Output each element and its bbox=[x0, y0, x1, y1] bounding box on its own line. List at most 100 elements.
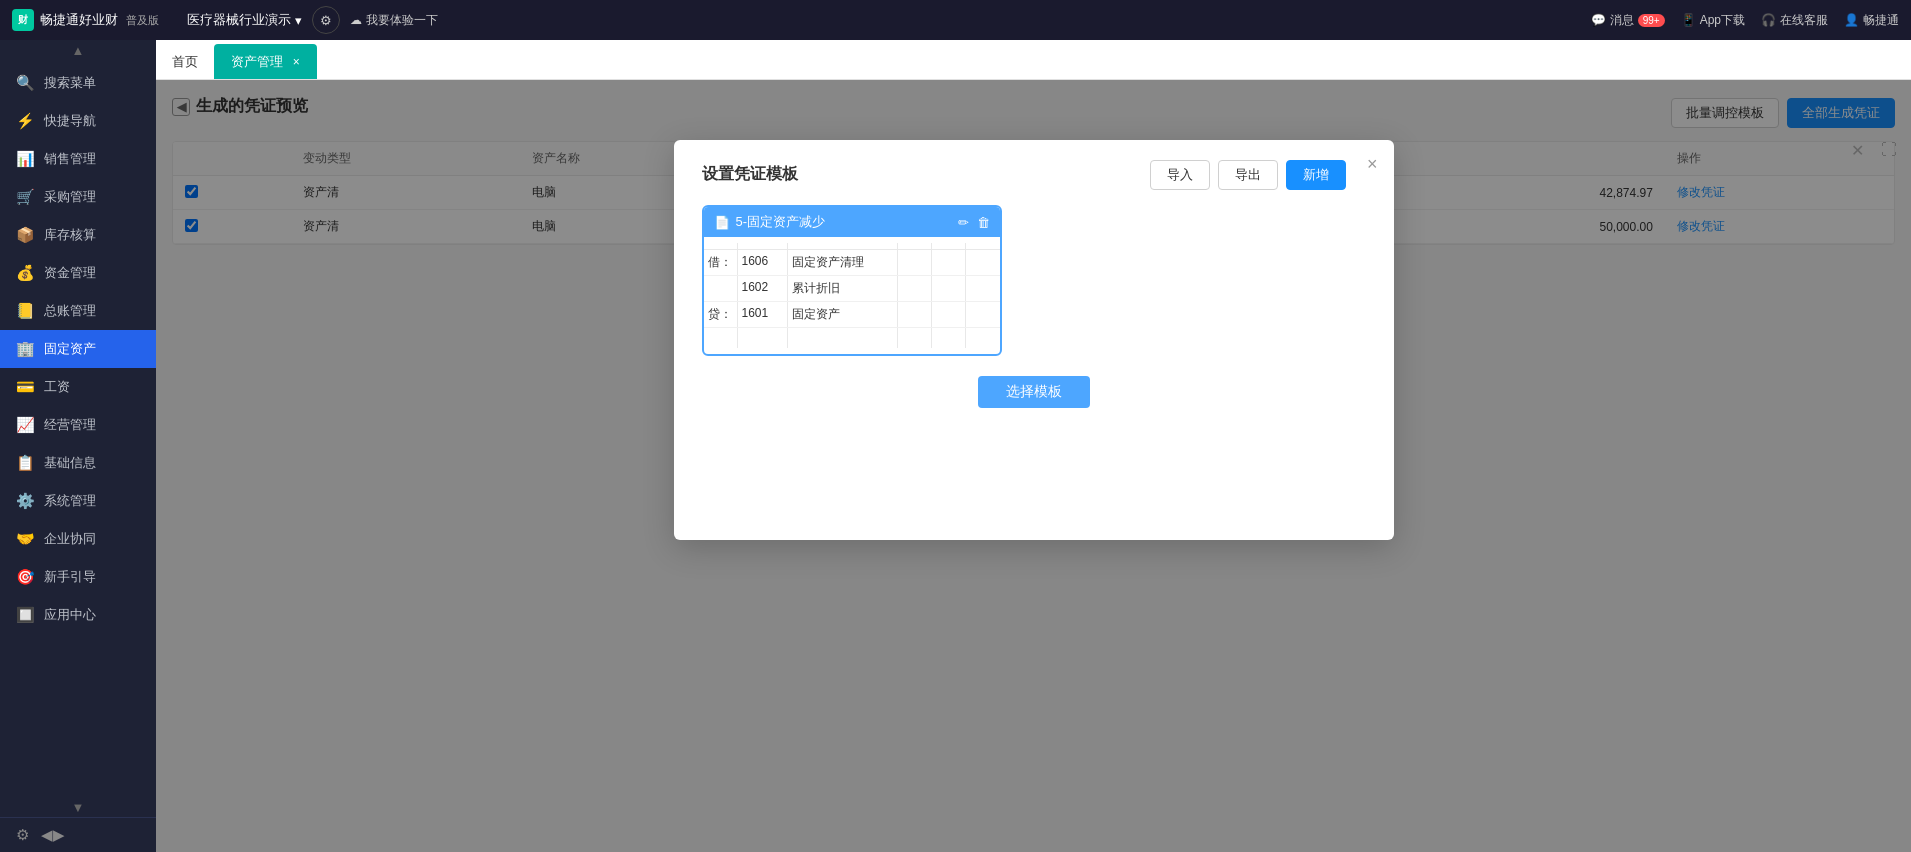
maximize-window-btn[interactable]: ⛶ bbox=[1875, 136, 1903, 164]
message-icon: 💬 bbox=[1591, 13, 1606, 27]
inventory-icon: 📦 bbox=[16, 226, 34, 244]
row2-dir bbox=[704, 276, 738, 301]
template-edit-icon[interactable]: ✏ bbox=[958, 215, 969, 230]
purchase-icon: 🛒 bbox=[16, 188, 34, 206]
guide-icon: 🎯 bbox=[16, 568, 34, 586]
operations-icon: 📈 bbox=[16, 416, 34, 434]
settings-bottom-icon[interactable]: ⚙ bbox=[16, 826, 29, 844]
sidebar-nav: 🔍 搜索菜单 ⚡ 快捷导航 📊 销售管理 🛒 采购管理 📦 库存核算 bbox=[0, 60, 156, 797]
template-card-header: 📄 5-固定资产减少 ✏ 🗑 bbox=[704, 207, 1000, 237]
row1-account: 固定资产清理 bbox=[788, 250, 898, 275]
template-header-actions: ✏ 🗑 bbox=[958, 215, 990, 230]
grid-col-d2 bbox=[932, 243, 966, 249]
app-logo: 财 畅捷通好业财 bbox=[12, 9, 118, 31]
empty-c0 bbox=[704, 328, 738, 348]
sidebar-label-operations: 经营管理 bbox=[44, 416, 96, 434]
grid-col-account bbox=[788, 243, 898, 249]
top-bar: 财 畅捷通好业财 普及版 医疗器械行业演示 ▾ ⚙ ☁ 我要体验一下 💬 消息 … bbox=[0, 0, 1911, 40]
tab-home[interactable]: 首页 bbox=[156, 45, 214, 79]
online-service-label: 在线客服 bbox=[1780, 12, 1828, 29]
base-info-icon: 📋 bbox=[16, 454, 34, 472]
sidebar-label-guide: 新手引导 bbox=[44, 568, 96, 586]
settings-icon-btn[interactable]: ⚙ bbox=[312, 6, 340, 34]
row2-c2 bbox=[932, 276, 966, 301]
row3-code: 1601 bbox=[738, 302, 788, 327]
sidebar-item-capital[interactable]: 💰 资金管理 bbox=[0, 254, 156, 292]
empty-c4 bbox=[932, 328, 966, 348]
sidebar-label-fixed-assets: 固定资产 bbox=[44, 340, 96, 358]
modal-backdrop[interactable]: 设置凭证模板 × 导入 导出 新增 📄 5-固定 bbox=[156, 80, 1911, 852]
template-row-1: 借： 1606 固定资产清理 bbox=[704, 250, 1000, 276]
sales-icon: 📊 bbox=[16, 150, 34, 168]
sidebar-scroll-down[interactable]: ▼ bbox=[0, 797, 156, 817]
search-icon: 🔍 bbox=[16, 74, 34, 92]
sidebar-label-payroll: 工资 bbox=[44, 378, 70, 396]
grid-col-d1 bbox=[898, 243, 932, 249]
sidebar-label-sales: 销售管理 bbox=[44, 150, 96, 168]
company-selector[interactable]: 医疗器械行业演示 ▾ bbox=[187, 11, 302, 29]
message-label: 消息 bbox=[1610, 12, 1634, 29]
row2-c1 bbox=[898, 276, 932, 301]
tab-bar: 首页 资产管理 × bbox=[156, 40, 1911, 80]
sidebar-item-payroll[interactable]: 💳 工资 bbox=[0, 368, 156, 406]
sidebar-item-sales[interactable]: 📊 销售管理 bbox=[0, 140, 156, 178]
row2-account: 累计折旧 bbox=[788, 276, 898, 301]
dropdown-icon: ▾ bbox=[295, 13, 302, 28]
new-btn[interactable]: 新增 bbox=[1286, 160, 1346, 190]
sidebar-item-fixed-assets[interactable]: 🏢 固定资产 bbox=[0, 330, 156, 368]
template-header-left: 📄 5-固定资产减少 bbox=[714, 213, 826, 231]
window-controls: ✕ ⛶ bbox=[1835, 136, 1911, 164]
experience-btn[interactable]: ☁ 我要体验一下 bbox=[350, 12, 438, 29]
avatar-icon: 👤 bbox=[1844, 13, 1859, 27]
template-row-empty bbox=[704, 328, 1000, 348]
app-center-icon: 🔲 bbox=[16, 606, 34, 624]
sidebar-item-inventory[interactable]: 📦 库存核算 bbox=[0, 216, 156, 254]
row1-code: 1606 bbox=[738, 250, 788, 275]
row1-dir: 借： bbox=[704, 250, 738, 275]
ledger-icon: 📒 bbox=[16, 302, 34, 320]
close-window-btn[interactable]: ✕ bbox=[1843, 136, 1871, 164]
sidebar-item-base-info[interactable]: 📋 基础信息 bbox=[0, 444, 156, 482]
sidebar-item-operations[interactable]: 📈 经营管理 bbox=[0, 406, 156, 444]
sidebar-label-base-info: 基础信息 bbox=[44, 454, 96, 472]
sidebar-item-app-center[interactable]: 🔲 应用中心 bbox=[0, 596, 156, 634]
sidebar-item-purchase[interactable]: 🛒 采购管理 bbox=[0, 178, 156, 216]
lightning-icon: ⚡ bbox=[16, 112, 34, 130]
tab-asset-mgmt[interactable]: 资产管理 × bbox=[214, 44, 317, 79]
logo-icon: 财 bbox=[12, 9, 34, 31]
app-name: 畅捷通好业财 bbox=[40, 11, 118, 29]
export-btn[interactable]: 导出 bbox=[1218, 160, 1278, 190]
cloud-icon: ☁ bbox=[350, 13, 362, 27]
sidebar-label-purchase: 采购管理 bbox=[44, 188, 96, 206]
sidebar-item-enterprise[interactable]: 🤝 企业协同 bbox=[0, 520, 156, 558]
online-service-btn[interactable]: 🎧 在线客服 bbox=[1761, 12, 1828, 29]
page-area: 首页 资产管理 × ◀ 生成的凭证预览 批 bbox=[156, 40, 1911, 852]
modal-close-btn[interactable]: × bbox=[1367, 154, 1378, 175]
template-delete-icon[interactable]: 🗑 bbox=[977, 215, 990, 230]
top-bar-right: 💬 消息 99+ 📱 App下载 🎧 在线客服 👤 畅捷通 bbox=[1591, 12, 1899, 29]
row1-c3 bbox=[966, 250, 1000, 275]
import-btn[interactable]: 导入 bbox=[1150, 160, 1210, 190]
capital-icon: 💰 bbox=[16, 264, 34, 282]
sidebar-item-search[interactable]: 🔍 搜索菜单 bbox=[0, 64, 156, 102]
modal-toolbar: 导入 导出 新增 bbox=[1150, 160, 1346, 190]
select-template-btn[interactable]: 选择模板 bbox=[978, 376, 1090, 408]
message-btn[interactable]: 💬 消息 99+ bbox=[1591, 12, 1665, 29]
tab-close-icon[interactable]: × bbox=[293, 55, 300, 69]
sidebar-item-quick-nav[interactable]: ⚡ 快捷导航 bbox=[0, 102, 156, 140]
row3-account: 固定资产 bbox=[788, 302, 898, 327]
sidebar-item-ledger[interactable]: 📒 总账管理 bbox=[0, 292, 156, 330]
row1-c1 bbox=[898, 250, 932, 275]
sidebar-item-guide[interactable]: 🎯 新手引导 bbox=[0, 558, 156, 596]
message-badge: 99+ bbox=[1638, 14, 1665, 27]
app-download-btn[interactable]: 📱 App下载 bbox=[1681, 12, 1745, 29]
modal-set-voucher-template: 设置凭证模板 × 导入 导出 新增 📄 5-固定 bbox=[674, 140, 1394, 540]
sidebar-item-system[interactable]: ⚙️ 系统管理 bbox=[0, 482, 156, 520]
template-number-name: 5-固定资产减少 bbox=[736, 213, 826, 231]
sidebar-label-enterprise: 企业协同 bbox=[44, 530, 96, 548]
collapse-icon[interactable]: ◀▶ bbox=[41, 826, 65, 844]
sidebar-bottom: ⚙ ◀▶ bbox=[0, 817, 156, 852]
user-avatar[interactable]: 👤 畅捷通 bbox=[1844, 12, 1899, 29]
tab-asset-mgmt-label: 资产管理 bbox=[231, 54, 283, 69]
sidebar-scroll-up[interactable]: ▲ bbox=[0, 40, 156, 60]
